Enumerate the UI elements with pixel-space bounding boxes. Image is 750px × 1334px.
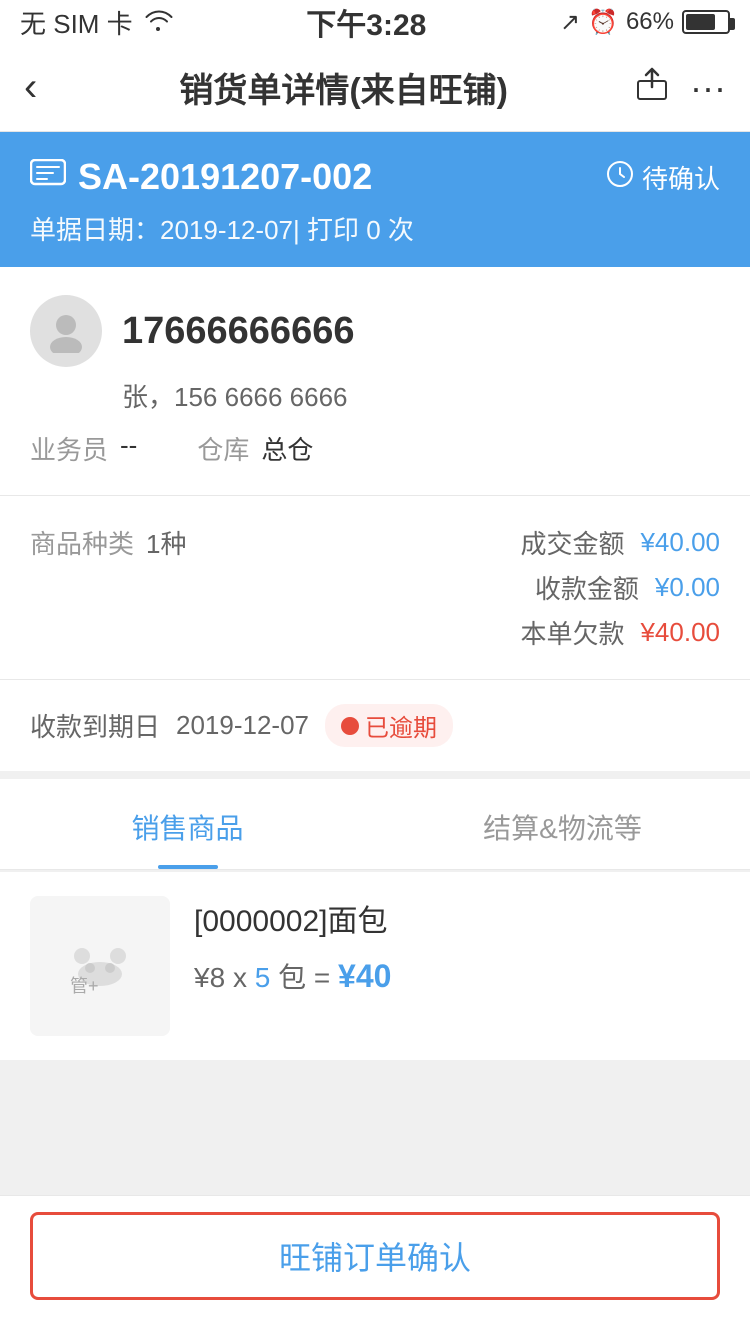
product-section: 管+ [0000002]面包 ¥8 x 5 包 = ¥40 (0, 872, 750, 1060)
order-date: 单据日期：2019-12-07| 打印 0 次 (30, 210, 720, 247)
summary-left: 商品种类 1种 (30, 524, 186, 561)
more-button[interactable]: ··· (690, 67, 726, 109)
product-type: 商品种类 1种 (30, 524, 186, 561)
product-item: 管+ [0000002]面包 ¥8 x 5 包 = ¥40 (30, 896, 720, 1036)
avatar (30, 295, 102, 367)
warehouse-label: 仓库 (197, 430, 249, 467)
received-amount-row: 收款金额 ¥0.00 (535, 569, 720, 606)
page-title: 销货单详情(来自旺铺) (53, 63, 634, 112)
sales-value: -- (120, 430, 137, 467)
product-name: [0000002]面包 (194, 896, 720, 940)
owed-amount-row: 本单欠款 ¥40.00 (520, 614, 720, 651)
overdue-badge: 已逾期 (325, 704, 453, 747)
product-info: [0000002]面包 ¥8 x 5 包 = ¥40 (194, 896, 720, 996)
clock-icon (606, 160, 634, 195)
overdue-dot-icon (341, 717, 359, 735)
deal-amount-value: ¥40.00 (640, 527, 720, 558)
order-id-row: SA-20191207-002 待确认 (30, 156, 720, 198)
due-section: 收款到期日 2019-12-07 已逾期 (0, 680, 750, 779)
battery-pct: 66% (626, 8, 674, 36)
sales-label: 业务员 (30, 430, 108, 467)
due-label: 收款到期日 (30, 707, 160, 744)
summary-section: 商品种类 1种 成交金额 ¥40.00 收款金额 ¥0.00 本单欠款 ¥40.… (0, 496, 750, 680)
share-button[interactable] (634, 65, 670, 110)
customer-section: 17666666666 张，156 6666 6666 业务员 -- 仓库 总仓 (0, 267, 750, 496)
order-icon (30, 156, 66, 198)
carrier-text: 无 SIM 卡 (20, 4, 133, 41)
status-right: ↗ ⏰ 66% (560, 8, 730, 37)
owed-amount-value: ¥40.00 (640, 617, 720, 648)
nav-bar: ‹ 销货单详情(来自旺铺) ··· (0, 44, 750, 132)
location-icon: ↗ (560, 8, 580, 37)
product-thumbnail: 管+ (30, 896, 170, 1036)
product-price: ¥8 x 5 包 = ¥40 (194, 956, 720, 996)
received-amount-value: ¥0.00 (655, 572, 720, 603)
back-button[interactable]: ‹ (24, 55, 53, 120)
tabs: 销售商品 结算&物流等 (0, 779, 750, 870)
customer-meta: 业务员 -- 仓库 总仓 (30, 430, 720, 467)
wifi-icon (143, 7, 173, 38)
customer-phone: 17666666666 (122, 310, 354, 353)
tab-settlement[interactable]: 结算&物流等 (375, 779, 750, 869)
deal-amount-row: 成交金额 ¥40.00 (520, 524, 720, 561)
status-left: 无 SIM 卡 (20, 4, 173, 41)
due-date: 2019-12-07 (176, 710, 309, 741)
order-id: SA-20191207-002 (30, 156, 372, 198)
order-status: 待确认 (606, 159, 720, 196)
tab-sales-products[interactable]: 销售商品 (0, 779, 375, 869)
customer-row: 17666666666 (30, 295, 720, 367)
summary-right: 成交金额 ¥40.00 收款金额 ¥0.00 本单欠款 ¥40.00 (520, 524, 720, 651)
sales-meta: 业务员 -- (30, 430, 137, 467)
battery-icon (682, 10, 730, 34)
status-bar: 无 SIM 卡 下午3:28 ↗ ⏰ 66% (0, 0, 750, 44)
svg-text:管+: 管+ (70, 976, 99, 996)
customer-name: 张，156 6666 6666 (122, 377, 720, 414)
order-header: SA-20191207-002 待确认 单据日期：2019-12-07| 打印 … (0, 132, 750, 267)
alarm-icon: ⏰ (588, 8, 618, 37)
status-time: 下午3:28 (306, 0, 426, 44)
nav-actions: ··· (634, 65, 726, 110)
warehouse-meta: 仓库 总仓 (197, 430, 313, 467)
warehouse-value: 总仓 (261, 430, 313, 467)
bottom-bar: 旺铺订单确认 (0, 1195, 750, 1334)
confirm-order-button[interactable]: 旺铺订单确认 (30, 1212, 720, 1300)
